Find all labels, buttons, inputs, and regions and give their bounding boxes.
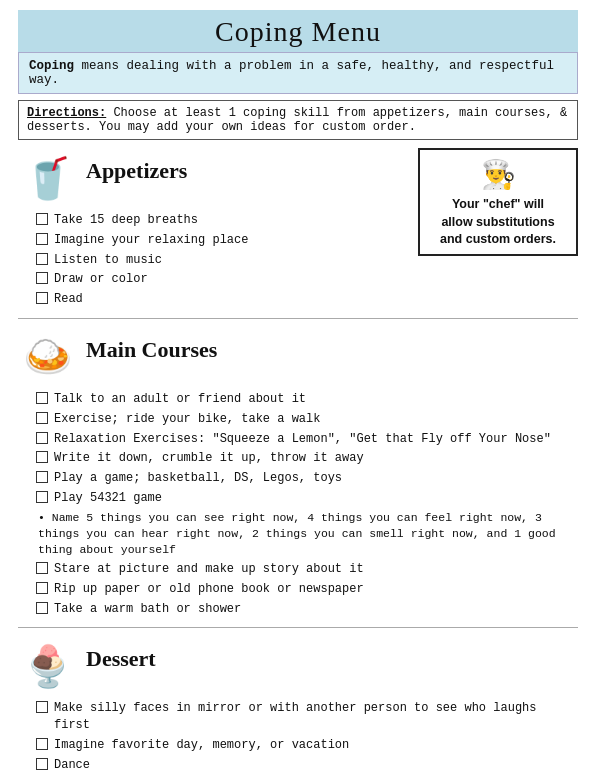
list-item: Play a game; basketball, DS, Legos, toys [36, 470, 578, 487]
intro-box: Coping means dealing with a problem in a… [18, 52, 578, 94]
item-text: Imagine your relaxing place [54, 232, 248, 249]
item-text: Exercise; ride your bike, take a walk [54, 411, 320, 428]
checkbox[interactable] [36, 213, 48, 225]
item-text: Write it down, crumble it up, throw it a… [54, 450, 364, 467]
checkbox[interactable] [36, 471, 48, 483]
list-item: Make silly faces in mirror or with anoth… [36, 700, 578, 734]
list-item: Rip up paper or old phone book or newspa… [36, 581, 578, 598]
checkbox[interactable] [36, 562, 48, 574]
directions-label: Directions: [27, 106, 106, 120]
list-item: Talk to an adult or friend about it [36, 391, 578, 408]
list-item: Draw or color [36, 271, 578, 288]
chef-line3: and custom orders. [440, 232, 556, 246]
divider-2 [18, 627, 578, 628]
checkbox[interactable] [36, 758, 48, 770]
dessert-section: 🍨 Dessert Make silly faces in mirror or … [18, 636, 578, 771]
dessert-list: Make silly faces in mirror or with anoth… [18, 700, 578, 771]
checkbox[interactable] [36, 451, 48, 463]
main-courses-list-2: Stare at picture and make up story about… [18, 561, 578, 617]
checkbox[interactable] [36, 412, 48, 424]
appetizers-title: Appetizers [86, 148, 187, 184]
list-item: Dance [36, 757, 578, 771]
item-text: Stare at picture and make up story about… [54, 561, 364, 578]
item-text: Make silly faces in mirror or with anoth… [54, 700, 578, 734]
chef-line2: allow substitutions [441, 215, 554, 229]
list-item: Take a warm bath or shower [36, 601, 578, 618]
checkbox[interactable] [36, 582, 48, 594]
chef-hat-icon: 👨‍🍳 [428, 155, 568, 194]
main-courses-section: 🍛 Main Courses Talk to an adult or frien… [18, 327, 578, 617]
item-text: Relaxation Exercises: "Squeeze a Lemon",… [54, 431, 551, 448]
item-text: Play 54321 game [54, 490, 162, 507]
chef-box: 👨‍🍳 Your "chef" will allow substitutions… [418, 148, 578, 256]
intro-bold: Coping [29, 59, 74, 73]
appetizers-icon: 🥤 [18, 148, 78, 208]
item-text: Draw or color [54, 271, 148, 288]
checkbox[interactable] [36, 738, 48, 750]
dessert-icon: 🍨 [18, 636, 78, 696]
page-title: Coping Menu [18, 10, 578, 52]
item-text: Rip up paper or old phone book or newspa… [54, 581, 364, 598]
sub-bullet: Name 5 things you can see right now, 4 t… [18, 510, 578, 558]
directions-box: Directions: Choose at least 1 coping ski… [18, 100, 578, 140]
list-item: Imagine favorite day, memory, or vacatio… [36, 737, 578, 754]
checkbox[interactable] [36, 432, 48, 444]
list-item: Relaxation Exercises: "Squeeze a Lemon",… [36, 431, 578, 448]
item-text: Imagine favorite day, memory, or vacatio… [54, 737, 349, 754]
item-text: Dance [54, 757, 90, 771]
dessert-title: Dessert [86, 636, 156, 672]
main-courses-list: Talk to an adult or friend about it Exer… [18, 391, 578, 507]
list-item: Play 54321 game [36, 490, 578, 507]
checkbox[interactable] [36, 292, 48, 304]
list-item: Write it down, crumble it up, throw it a… [36, 450, 578, 467]
main-courses-title: Main Courses [86, 327, 217, 363]
item-text: Play a game; basketball, DS, Legos, toys [54, 470, 342, 487]
checkbox[interactable] [36, 272, 48, 284]
list-item: Read [36, 291, 578, 308]
item-text: Listen to music [54, 252, 162, 269]
intro-text: means dealing with a problem in a safe, … [29, 59, 554, 87]
directions-text: Choose at least 1 coping skill from appe… [27, 106, 567, 134]
checkbox[interactable] [36, 392, 48, 404]
item-text: Read [54, 291, 83, 308]
checkbox[interactable] [36, 253, 48, 265]
appetizers-section: 🥤 Appetizers 👨‍🍳 Your "chef" will allow … [18, 148, 578, 308]
item-text: Take 15 deep breaths [54, 212, 198, 229]
divider-1 [18, 318, 578, 319]
checkbox[interactable] [36, 602, 48, 614]
checkbox[interactable] [36, 701, 48, 713]
checkbox[interactable] [36, 491, 48, 503]
list-item: Stare at picture and make up story about… [36, 561, 578, 578]
list-item: Exercise; ride your bike, take a walk [36, 411, 578, 428]
chef-line1: Your "chef" will [452, 197, 544, 211]
main-courses-icon: 🍛 [18, 327, 78, 387]
item-text: Take a warm bath or shower [54, 601, 241, 618]
checkbox[interactable] [36, 233, 48, 245]
item-text: Talk to an adult or friend about it [54, 391, 306, 408]
